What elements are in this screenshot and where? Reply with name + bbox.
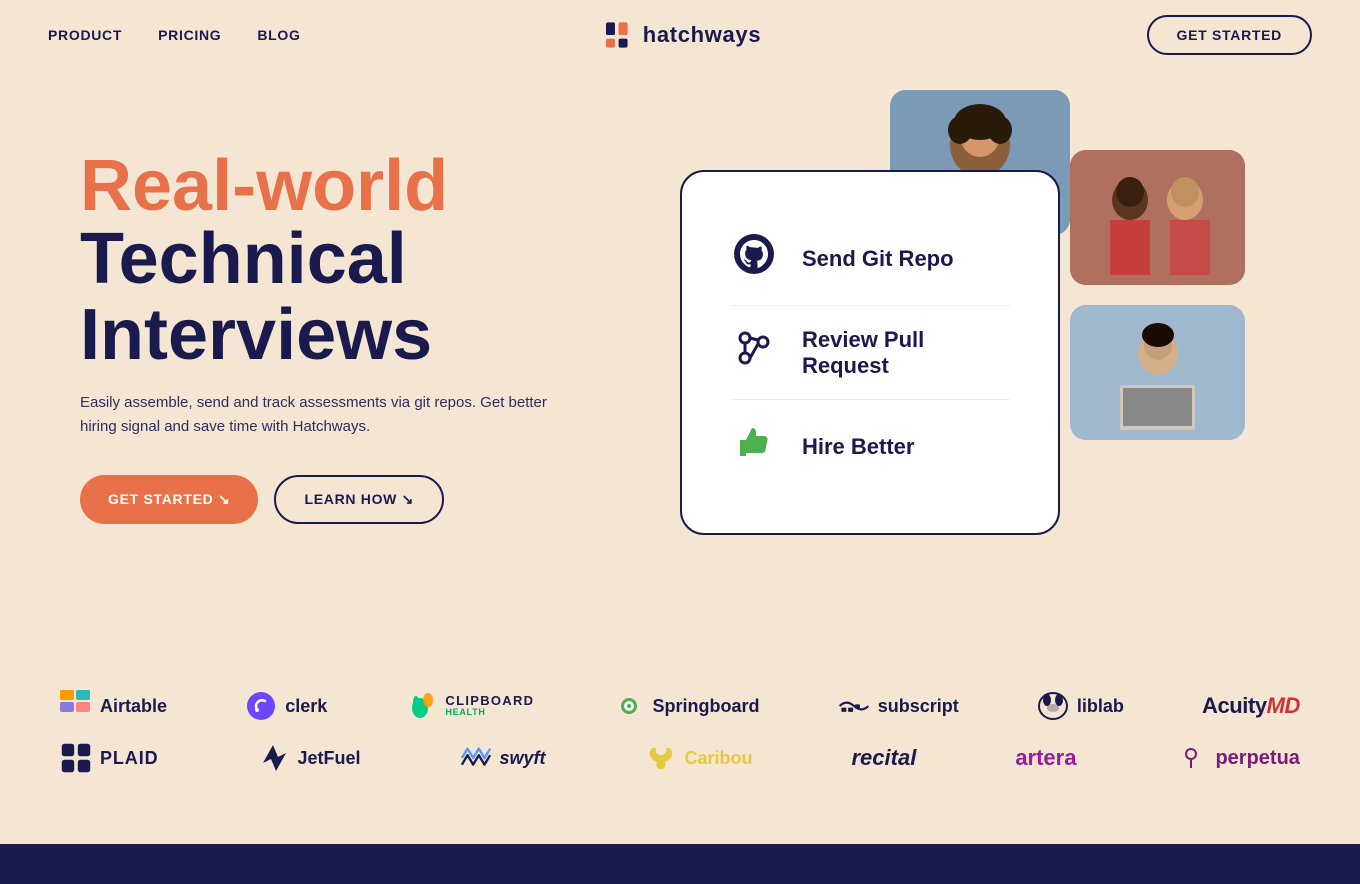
- photo-mid: [1070, 150, 1245, 285]
- feature-hire-better-label: Hire Better: [802, 434, 914, 460]
- swyft-icon: [460, 742, 492, 774]
- logo-swyft: swyft: [460, 742, 546, 774]
- headline-line1: Real-world: [80, 150, 640, 222]
- caribou-label: Caribou: [685, 748, 753, 769]
- logo-plaid: PLAID: [60, 742, 159, 774]
- pullrequest-icon: [730, 326, 778, 379]
- clipboard-icon: [405, 690, 437, 722]
- perpetua-label: perpetua: [1215, 747, 1299, 770]
- subscript-label: subscript: [878, 696, 959, 717]
- logo-liblab: liblab: [1037, 690, 1124, 722]
- logo-perpetua: perpetua: [1175, 742, 1299, 774]
- nav-blog[interactable]: BLOG: [257, 27, 300, 43]
- plaid-icon: [60, 742, 92, 774]
- hero-right: Send Git Repo Review Pull Request: [640, 90, 1300, 650]
- feature-hire-better: Hire Better: [730, 399, 1010, 493]
- logo-acuitymd: AcuityMD: [1202, 693, 1300, 719]
- feature-card: Send Git Repo Review Pull Request: [680, 170, 1060, 535]
- clerk-label: clerk: [285, 696, 327, 717]
- clipboard-label: CLIPBOARD: [445, 694, 534, 708]
- jetfuel-label: JetFuel: [297, 748, 360, 769]
- feature-pull-request: Review Pull Request: [730, 305, 1010, 399]
- subscript-icon: [838, 690, 870, 722]
- jetfuel-icon: [257, 742, 289, 774]
- logo-airtable: Airtable: [60, 690, 167, 722]
- springboard-icon: [613, 690, 645, 722]
- swyft-label: swyft: [500, 748, 546, 769]
- airtable-icon: [60, 690, 92, 722]
- perpetua-icon: [1175, 742, 1207, 774]
- logo-artera: artera: [1015, 745, 1076, 771]
- logo-jetfuel: JetFuel: [257, 742, 360, 774]
- clerk-icon: [245, 690, 277, 722]
- nav-get-started-button[interactable]: GET STARTED: [1147, 15, 1312, 55]
- springboard-label: Springboard: [653, 696, 760, 717]
- airtable-label: Airtable: [100, 696, 167, 717]
- logo-springboard: Springboard: [613, 690, 760, 722]
- plaid-label: PLAID: [100, 748, 159, 769]
- recital-label: recital: [852, 745, 917, 771]
- hero-section: Real-world Technical Interviews Easily a…: [0, 70, 1360, 650]
- nav-pricing[interactable]: PRICING: [158, 27, 221, 43]
- nav-links: PRODUCT PRICING BLOG: [48, 27, 301, 43]
- liblab-label: liblab: [1077, 696, 1124, 717]
- logo-text: hatchways: [643, 22, 761, 48]
- navbar: PRODUCT PRICING BLOG hatchways GET START…: [0, 0, 1360, 70]
- logos-row-1: Airtable clerk: [60, 690, 1300, 722]
- liblab-icon: [1037, 690, 1069, 722]
- feature-git-repo-label: Send Git Repo: [802, 246, 954, 272]
- hero-subtitle: Easily assemble, send and track assessme…: [80, 391, 560, 439]
- hero-left: Real-world Technical Interviews Easily a…: [80, 90, 640, 650]
- caribou-icon: [645, 742, 677, 774]
- hero-learn-how-button[interactable]: LEARN HOW ↘: [274, 475, 444, 524]
- feature-pull-request-label: Review Pull Request: [802, 327, 1010, 379]
- logos-row-2: PLAID JetFuel swyft: [60, 742, 1300, 774]
- photo-bottom: [1070, 305, 1245, 440]
- logo-caribou: Caribou: [645, 742, 753, 774]
- thumbsup-icon: [730, 420, 778, 473]
- headline-line2: Technical: [80, 222, 640, 298]
- logo-clipboard: CLIPBOARD HEALTH: [405, 690, 534, 722]
- logo-recital: recital: [852, 745, 917, 771]
- hero-get-started-button[interactable]: GET STARTED ↘: [80, 475, 258, 524]
- artera-label: artera: [1015, 745, 1076, 771]
- acuitymd-label: AcuityMD: [1202, 693, 1300, 719]
- footer-bar: [0, 844, 1360, 884]
- logo[interactable]: hatchways: [599, 17, 761, 53]
- headline-line3: Interviews: [80, 298, 640, 374]
- feature-git-repo: Send Git Repo: [730, 212, 1010, 305]
- github-icon: [730, 232, 778, 285]
- logos-section: Airtable clerk: [0, 650, 1360, 824]
- cta-buttons: GET STARTED ↘ LEARN HOW ↘: [80, 475, 640, 524]
- logo-subscript: subscript: [838, 690, 959, 722]
- nav-product[interactable]: PRODUCT: [48, 27, 122, 43]
- logo-clerk: clerk: [245, 690, 327, 722]
